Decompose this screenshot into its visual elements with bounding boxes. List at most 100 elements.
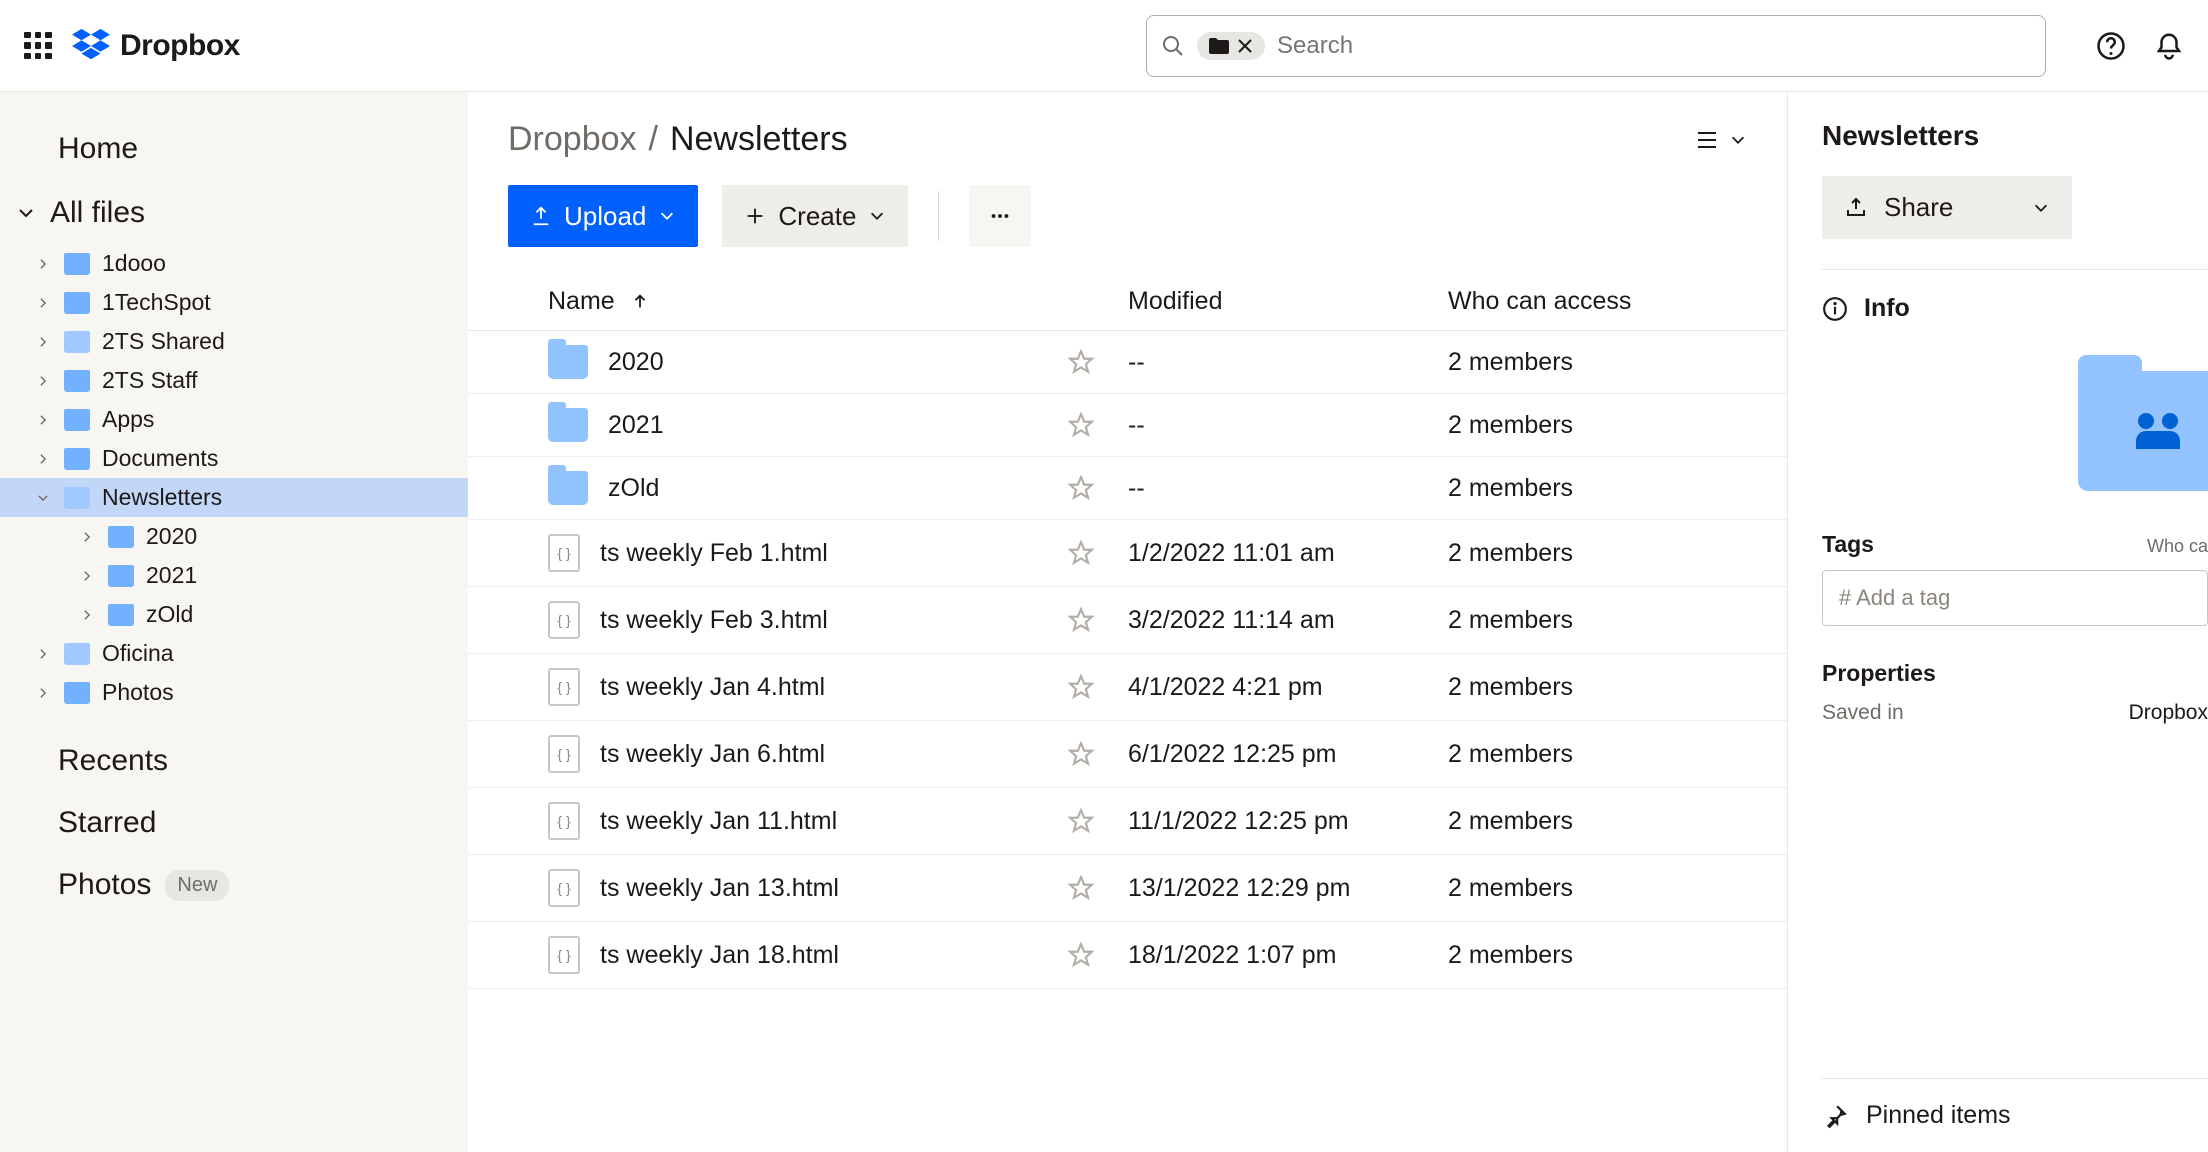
search-input[interactable]	[1277, 32, 2031, 60]
sidebar-all-files[interactable]: All files	[0, 182, 468, 244]
sidebar-item-2ts-shared[interactable]: 2TS Shared	[0, 322, 468, 361]
html-file-icon: { }	[548, 936, 580, 974]
pin-icon	[1822, 1103, 1848, 1129]
create-button[interactable]: Create	[722, 185, 908, 247]
col-header-name[interactable]: Name	[548, 287, 1068, 316]
table-row[interactable]: 2021 -- 2 members	[468, 394, 1787, 457]
star-icon[interactable]	[1068, 942, 1094, 968]
sidebar-tree: 1dooo1TechSpot2TS Shared 2TS Staff AppsDoc…	[0, 244, 468, 712]
sidebar-recents[interactable]: Recents	[0, 730, 468, 792]
file-name: zOld	[608, 474, 659, 503]
sidebar-item-zold[interactable]: zOld	[0, 595, 468, 634]
file-modified: 1/2/2022 11:01 am	[1128, 539, 1448, 568]
tree-item-label: Photos	[102, 679, 174, 706]
chevron-down-icon	[658, 207, 676, 225]
chevron-icon	[34, 372, 52, 390]
breadcrumb-sep: /	[649, 120, 658, 159]
sidebar-item-2ts-staff[interactable]: 2TS Staff	[0, 361, 468, 400]
file-access: 2 members	[1448, 348, 1787, 377]
chevron-down-icon	[868, 207, 886, 225]
details-panel: Newsletters Share Info Tags Wh	[1788, 92, 2208, 1152]
chevron-icon	[34, 645, 52, 663]
overflow-menu-button[interactable]	[969, 185, 1031, 247]
table-row[interactable]: { }ts weekly Jan 18.html 18/1/2022 1:07 …	[468, 922, 1787, 989]
help-icon[interactable]	[2096, 31, 2126, 61]
sidebar-item-documents[interactable]: Documents	[0, 439, 468, 478]
table-row[interactable]: { }ts weekly Jan 11.html 11/1/2022 12:25…	[468, 788, 1787, 855]
tree-item-label: zOld	[146, 601, 193, 628]
ellipsis-icon	[991, 212, 1009, 220]
table-row[interactable]: { }ts weekly Feb 3.html 3/2/2022 11:14 a…	[468, 587, 1787, 654]
file-name: ts weekly Jan 11.html	[600, 807, 837, 836]
chip-clear-icon[interactable]	[1237, 38, 1253, 54]
table-row[interactable]: { }ts weekly Jan 6.html 6/1/2022 12:25 p…	[468, 721, 1787, 788]
sidebar-item-newsletters[interactable]: Newsletters	[0, 478, 468, 517]
col-header-modified[interactable]: Modified	[1128, 287, 1448, 316]
pinned-items-bar[interactable]: Pinned items	[1822, 1078, 2208, 1152]
file-access: 2 members	[1448, 539, 1787, 568]
star-icon[interactable]	[1068, 349, 1094, 375]
html-file-icon: { }	[548, 802, 580, 840]
star-icon[interactable]	[1068, 741, 1094, 767]
tags-label: Tags	[1822, 531, 1874, 558]
dropbox-logo-icon	[72, 27, 110, 65]
file-access: 2 members	[1448, 474, 1787, 503]
file-modified: 4/1/2022 4:21 pm	[1128, 673, 1448, 702]
search-box[interactable]	[1146, 15, 2046, 77]
table-row[interactable]: zOld -- 2 members	[468, 457, 1787, 520]
sidebar-item-apps[interactable]: Apps	[0, 400, 468, 439]
folder-preview-icon	[2078, 371, 2208, 491]
table-header: Name Modified Who can access	[468, 273, 1787, 331]
folder-icon	[64, 487, 90, 509]
view-toggle-button[interactable]	[1695, 128, 1747, 152]
file-access: 2 members	[1448, 807, 1787, 836]
sidebar-item-oficina[interactable]: Oficina	[0, 634, 468, 673]
folder-icon	[64, 370, 90, 392]
star-icon[interactable]	[1068, 674, 1094, 700]
table-row[interactable]: 2020 -- 2 members	[468, 331, 1787, 394]
sidebar-item-2020[interactable]: 2020	[0, 517, 468, 556]
sidebar-home[interactable]: Home	[0, 116, 468, 182]
col-header-access[interactable]: Who can access	[1448, 287, 1787, 316]
bell-icon[interactable]	[2154, 31, 2184, 61]
properties-label: Properties	[1822, 660, 2208, 687]
tag-input[interactable]: # Add a tag	[1822, 570, 2208, 626]
tree-item-label: 2TS Staff	[102, 367, 197, 394]
sidebar-photos[interactable]: Photos New	[0, 854, 468, 916]
sidebar-item-photos[interactable]: Photos	[0, 673, 468, 712]
sidebar-item-1dooo[interactable]: 1dooo	[0, 244, 468, 283]
breadcrumb-root[interactable]: Dropbox	[508, 120, 637, 159]
folder-icon	[108, 565, 134, 587]
star-icon[interactable]	[1068, 808, 1094, 834]
table-row[interactable]: { }ts weekly Feb 1.html 1/2/2022 11:01 a…	[468, 520, 1787, 587]
share-icon	[1844, 196, 1868, 220]
table-row[interactable]: { }ts weekly Jan 4.html 4/1/2022 4:21 pm…	[468, 654, 1787, 721]
brand-name: Dropbox	[120, 29, 240, 63]
info-header[interactable]: Info	[1822, 269, 2208, 323]
chevron-icon	[78, 567, 96, 585]
folder-icon	[548, 345, 588, 379]
chevron-icon	[34, 411, 52, 429]
brand-logo[interactable]: Dropbox	[72, 27, 240, 65]
header: Dropbox	[0, 0, 2208, 92]
upload-button[interactable]: Upload	[508, 185, 698, 247]
share-button[interactable]: Share	[1822, 176, 2072, 239]
star-icon[interactable]	[1068, 607, 1094, 633]
chevron-icon	[34, 294, 52, 312]
main-column: Dropbox / Newsletters Upload Create	[468, 92, 1788, 1152]
star-icon[interactable]	[1068, 875, 1094, 901]
table-row[interactable]: { }ts weekly Jan 13.html 13/1/2022 12:29…	[468, 855, 1787, 922]
sidebar-item-1techspot[interactable]: 1TechSpot	[0, 283, 468, 322]
apps-grid-icon[interactable]	[24, 32, 52, 60]
folder-icon	[64, 331, 90, 353]
star-icon[interactable]	[1068, 540, 1094, 566]
star-icon[interactable]	[1068, 412, 1094, 438]
sidebar-starred[interactable]: Starred	[0, 792, 468, 854]
chevron-icon	[78, 606, 96, 624]
star-icon[interactable]	[1068, 475, 1094, 501]
search-folder-chip[interactable]	[1197, 32, 1265, 60]
chevron-icon	[34, 450, 52, 468]
file-access: 2 members	[1448, 941, 1787, 970]
sidebar-item-2021[interactable]: 2021	[0, 556, 468, 595]
divider	[938, 191, 939, 241]
